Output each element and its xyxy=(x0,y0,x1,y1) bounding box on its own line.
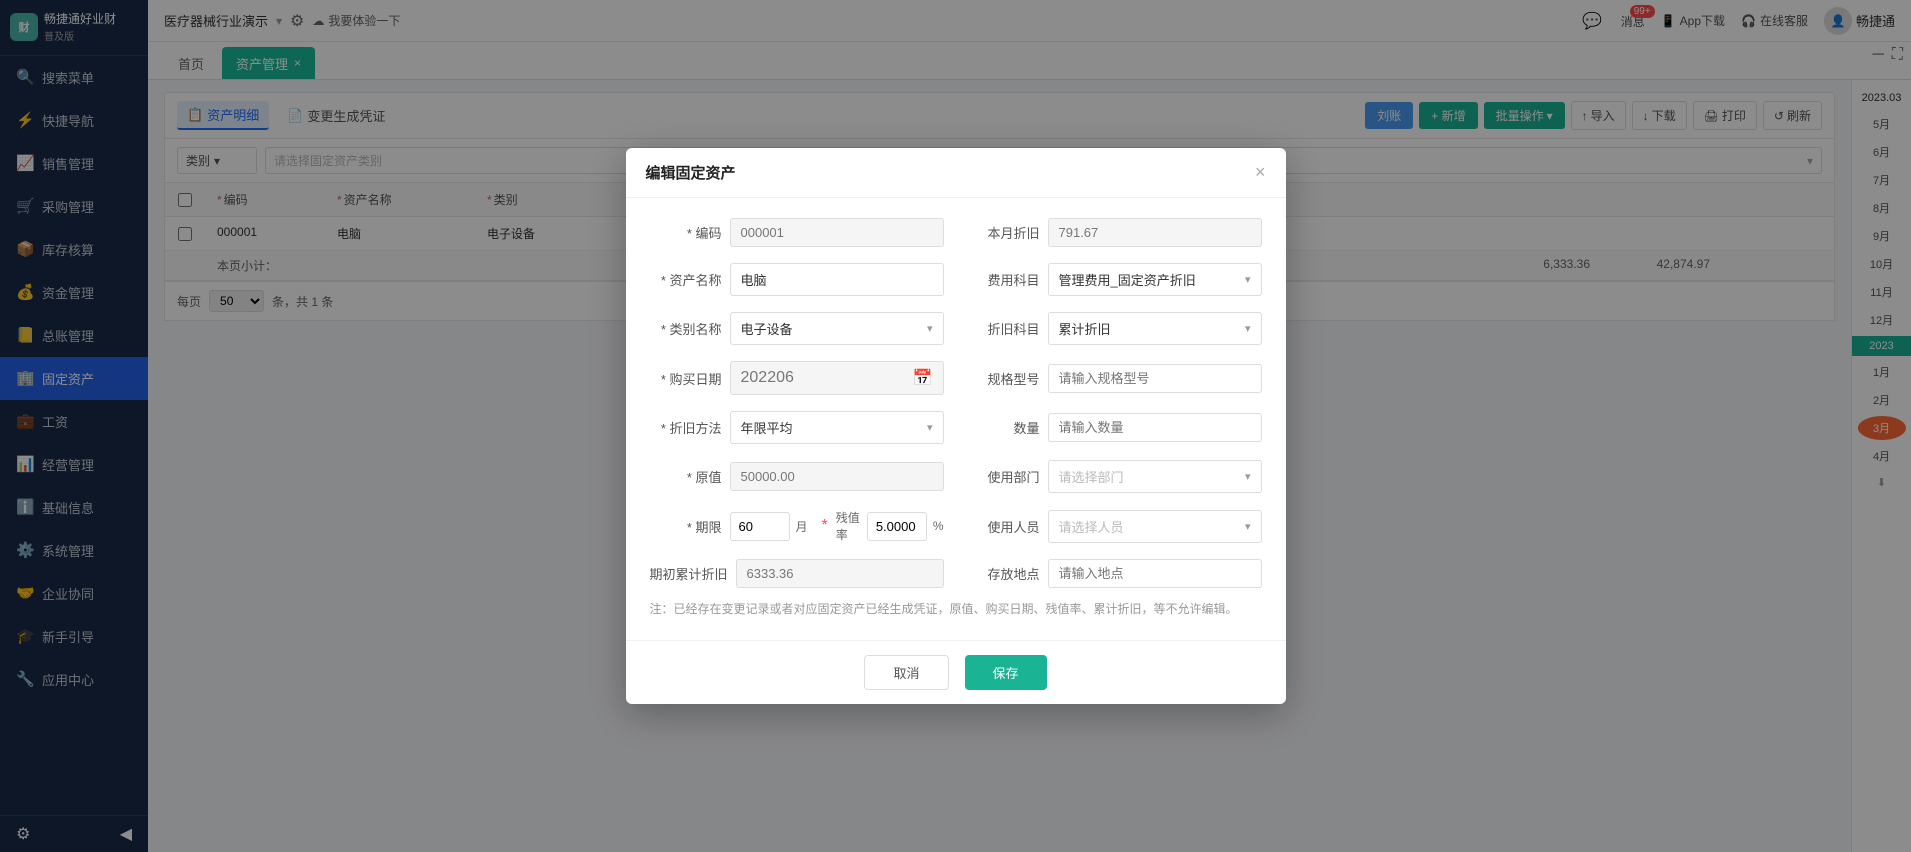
form-field-original-value: * 原值 50000.00 xyxy=(650,460,944,493)
form-field-location: 存放地点 xyxy=(968,559,1262,588)
form-field-initial-dep: 期初累计折旧 6333.36 xyxy=(650,559,944,588)
form-grid: * 编码 000001 本月折旧 791.67 * 资产名称 电脑 费用科目 xyxy=(650,218,1262,588)
original-value-input[interactable]: 50000.00 xyxy=(730,462,944,491)
name-input[interactable]: 电脑 xyxy=(730,263,944,296)
person-placeholder: 请选择人员 xyxy=(1059,517,1124,536)
dep-subject-label: 折旧科目 xyxy=(968,319,1040,338)
person-chevron-icon: ▾ xyxy=(1245,520,1251,533)
form-field-monthly-dep: 本月折旧 791.67 xyxy=(968,218,1262,247)
form-note: 注：已经存在变更记录或者对应固定资产已经生成凭证，原值、购买日期、残值率、累计折… xyxy=(650,600,1262,619)
modal-overlay: 编辑固定资产 × * 编码 000001 本月折旧 791.67 * 资产名称 xyxy=(0,0,1911,852)
purchase-date-label: * 购买日期 xyxy=(650,369,722,388)
expense-subject-label: 费用科目 xyxy=(968,270,1040,289)
monthly-dep-input: 791.67 xyxy=(1048,218,1262,247)
monthly-dep-label: 本月折旧 xyxy=(968,223,1040,242)
dep-method-chevron-icon: ▾ xyxy=(927,421,933,434)
form-field-department: 使用部门 请选择部门 ▾ xyxy=(968,460,1262,493)
dep-method-select[interactable]: 年限平均 ▾ xyxy=(730,411,944,444)
expense-subject-value: 管理费用_固定资产折旧 xyxy=(1059,270,1196,289)
code-input[interactable]: 000001 xyxy=(730,218,944,247)
dep-method-value: 年限平均 xyxy=(741,418,793,437)
person-label: 使用人员 xyxy=(968,517,1040,536)
category-value: 电子设备 xyxy=(741,319,793,338)
form-field-dep-method: * 折旧方法 年限平均 ▾ xyxy=(650,411,944,444)
period-input[interactable] xyxy=(730,512,790,541)
modal-header: 编辑固定资产 × xyxy=(626,148,1286,198)
location-input[interactable] xyxy=(1048,559,1262,588)
residual-required: * xyxy=(822,517,828,535)
form-field-category: * 类别名称 电子设备 ▾ xyxy=(650,312,944,345)
period-group: 月 * 残值率 % xyxy=(730,509,944,543)
category-select[interactable]: 电子设备 ▾ xyxy=(730,312,944,345)
residual-rate-input[interactable] xyxy=(867,512,927,541)
modal-body: * 编码 000001 本月折旧 791.67 * 资产名称 电脑 费用科目 xyxy=(626,198,1286,639)
purchase-date-input[interactable]: 202206 📅 xyxy=(730,361,944,395)
edit-asset-modal: 编辑固定资产 × * 编码 000001 本月折旧 791.67 * 资产名称 xyxy=(626,148,1286,703)
cancel-button[interactable]: 取消 xyxy=(864,655,948,690)
spec-label: 规格型号 xyxy=(968,369,1040,388)
form-field-name: * 资产名称 电脑 xyxy=(650,263,944,296)
form-field-expense-subject: 费用科目 管理费用_固定资产折旧 ▾ xyxy=(968,263,1262,296)
department-select[interactable]: 请选择部门 ▾ xyxy=(1048,460,1262,493)
name-label: * 资产名称 xyxy=(650,270,722,289)
note-text: 注：已经存在变更记录或者对应固定资产已经生成凭证，原值、购买日期、残值率、累计折… xyxy=(650,602,1238,616)
department-label: 使用部门 xyxy=(968,467,1040,486)
dep-subject-chevron-icon: ▾ xyxy=(1245,322,1251,335)
initial-dep-input[interactable]: 6333.36 xyxy=(736,559,944,588)
person-select[interactable]: 请选择人员 ▾ xyxy=(1048,510,1262,543)
code-label: * 编码 xyxy=(650,223,722,242)
form-field-spec: 规格型号 xyxy=(968,361,1262,395)
dep-subject-select[interactable]: 累计折旧 ▾ xyxy=(1048,312,1262,345)
dep-method-label: * 折旧方法 xyxy=(650,418,722,437)
original-value-label: * 原值 xyxy=(650,467,722,486)
form-field-quantity: 数量 xyxy=(968,411,1262,444)
residual-label: 残值率 xyxy=(836,509,861,543)
dep-subject-value: 累计折旧 xyxy=(1059,319,1111,338)
expense-subject-select[interactable]: 管理费用_固定资产折旧 ▾ xyxy=(1048,263,1262,296)
spec-input[interactable] xyxy=(1048,364,1262,393)
location-label: 存放地点 xyxy=(968,564,1040,583)
modal-close-icon[interactable]: × xyxy=(1255,162,1266,183)
quantity-input[interactable] xyxy=(1048,413,1262,442)
save-button[interactable]: 保存 xyxy=(965,655,1047,690)
modal-title: 编辑固定资产 xyxy=(646,162,736,183)
expense-subject-chevron-icon: ▾ xyxy=(1245,273,1251,286)
category-chevron-icon: ▾ xyxy=(927,322,933,335)
form-field-person: 使用人员 请选择人员 ▾ xyxy=(968,509,1262,543)
form-field-dep-subject: 折旧科目 累计折旧 ▾ xyxy=(968,312,1262,345)
period-unit: 月 xyxy=(796,518,808,535)
purchase-date-value: 202206 xyxy=(741,369,913,387)
department-chevron-icon: ▾ xyxy=(1245,470,1251,483)
period-label: * 期限 xyxy=(650,517,722,536)
form-field-code: * 编码 000001 xyxy=(650,218,944,247)
residual-unit: % xyxy=(933,519,944,533)
initial-dep-label: 期初累计折旧 xyxy=(650,564,728,583)
category-label: * 类别名称 xyxy=(650,319,722,338)
form-field-purchase-date: * 购买日期 202206 📅 xyxy=(650,361,944,395)
quantity-label: 数量 xyxy=(968,418,1040,437)
calendar-icon: 📅 xyxy=(913,368,933,388)
modal-footer: 取消 保存 xyxy=(626,640,1286,704)
department-placeholder: 请选择部门 xyxy=(1059,467,1124,486)
form-field-period: * 期限 月 * 残值率 % xyxy=(650,509,944,543)
